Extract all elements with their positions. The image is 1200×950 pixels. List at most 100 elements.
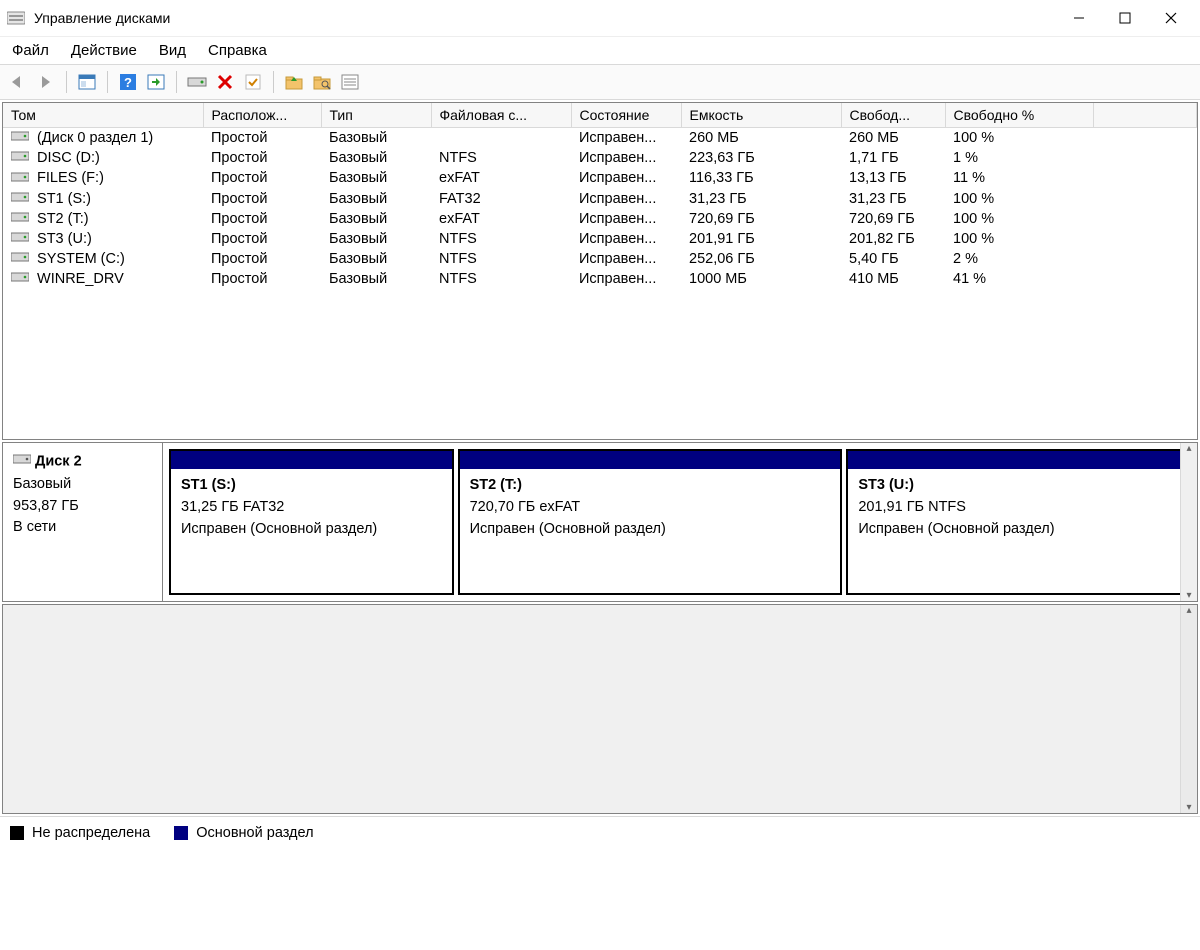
volume-header-row[interactable]: Том Располож... Тип Файловая с... Состоя… [3,103,1197,128]
cell-volume: DISC (D:) [3,148,203,168]
delete-button[interactable] [213,70,237,94]
window-controls [1056,3,1194,33]
disk-state: В сети [13,517,152,539]
col-freepct[interactable]: Свободно % [945,103,1093,128]
legend-primary: Основной раздел [196,825,313,841]
cell-volume: (Диск 0 раздел 1) [3,128,203,149]
folder-search-button[interactable] [310,70,334,94]
col-volume[interactable]: Том [3,103,203,128]
cell-volume: ST1 (S:) [3,189,203,209]
help-button[interactable]: ? [116,70,140,94]
rescan-disks-button[interactable] [185,70,209,94]
volume-list-pane: Том Располож... Тип Файловая с... Состоя… [2,102,1198,440]
cell-freepct: 100 % [945,128,1093,149]
table-row[interactable]: ST3 (U:)ПростойБазовыйNTFSИсправен...201… [3,229,1197,249]
cell-free: 201,82 ГБ [841,229,945,249]
cell-type: Базовый [321,229,431,249]
col-status[interactable]: Состояние [571,103,681,128]
volume-icon [11,171,29,187]
cell-free: 260 МБ [841,128,945,149]
cell-status: Исправен... [571,209,681,229]
cell-type: Базовый [321,269,431,289]
cell-capacity: 260 МБ [681,128,841,149]
cell-type: Базовый [321,209,431,229]
cell-freepct: 2 % [945,249,1093,269]
cell-volume: ST2 (T:) [3,209,203,229]
svg-text:?: ? [124,75,132,90]
partition-stripe [171,451,452,469]
menu-view[interactable]: Вид [159,42,186,59]
cell-fs: exFAT [431,168,571,188]
cell-layout: Простой [203,148,321,168]
cell-fs: NTFS [431,249,571,269]
menubar: Файл Действие Вид Справка [0,36,1200,64]
cell-capacity: 720,69 ГБ [681,209,841,229]
menu-help[interactable]: Справка [208,42,267,59]
cell-capacity: 116,33 ГБ [681,168,841,188]
scrollbar[interactable]: ▴▾ [1180,605,1197,813]
disk-row[interactable]: Диск 2 Базовый 953,87 ГБ В сети ST1 (S:)… [3,443,1197,601]
disk-type: Базовый [13,474,152,496]
cell-fs [431,128,571,149]
volume-list-empty-area [3,289,1197,439]
partition-size: 201,91 ГБ NTFS [858,497,1179,519]
back-button[interactable] [6,70,30,94]
partition[interactable]: ST2 (T:)720,70 ГБ exFATИсправен (Основно… [458,449,843,595]
table-row[interactable]: WINRE_DRVПростойБазовыйNTFSИсправен...10… [3,269,1197,289]
partition[interactable]: ST3 (U:)201,91 ГБ NTFSИсправен (Основной… [846,449,1191,595]
cell-type: Базовый [321,128,431,149]
maximize-button[interactable] [1102,3,1148,33]
table-row[interactable]: ST1 (S:)ПростойБазовыйFAT32Исправен...31… [3,189,1197,209]
cell-fs: NTFS [431,269,571,289]
cell-freepct: 100 % [945,229,1093,249]
properties-button[interactable] [241,70,265,94]
table-row[interactable]: ST2 (T:)ПростойБазовыйexFATИсправен...72… [3,209,1197,229]
folder-up-button[interactable] [282,70,306,94]
refresh-button[interactable] [144,70,168,94]
col-free[interactable]: Свобод... [841,103,945,128]
menu-file[interactable]: Файл [12,42,49,59]
partition-size: 720,70 ГБ exFAT [470,497,831,519]
table-row[interactable]: SYSTEM (C:)ПростойБазовыйNTFSИсправен...… [3,249,1197,269]
partition-status: Исправен (Основной раздел) [858,519,1179,541]
table-row[interactable]: DISC (D:)ПростойБазовыйNTFSИсправен...22… [3,148,1197,168]
col-fs[interactable]: Файловая с... [431,103,571,128]
cell-capacity: 252,06 ГБ [681,249,841,269]
cell-status: Исправен... [571,229,681,249]
partition-status: Исправен (Основной раздел) [181,519,442,541]
cell-status: Исправен... [571,148,681,168]
col-blank[interactable] [1093,103,1197,128]
close-button[interactable] [1148,3,1194,33]
minimize-button[interactable] [1056,3,1102,33]
cell-status: Исправен... [571,189,681,209]
show-hide-console-tree-button[interactable] [75,70,99,94]
cell-status: Исправен... [571,128,681,149]
disk-icon [13,451,31,473]
list-view-button[interactable] [338,70,362,94]
table-row[interactable]: FILES (F:)ПростойБазовыйexFATИсправен...… [3,168,1197,188]
scrollbar[interactable]: ▴▾ [1180,443,1197,601]
partition-status: Исправен (Основной раздел) [470,519,831,541]
cell-type: Базовый [321,168,431,188]
toolbar: ? [0,64,1200,100]
table-row[interactable]: (Диск 0 раздел 1)ПростойБазовыйИсправен.… [3,128,1197,149]
volume-icon [11,130,29,146]
menu-action[interactable]: Действие [71,42,137,59]
volume-icon [11,211,29,227]
cell-volume: SYSTEM (C:) [3,249,203,269]
disk-header[interactable]: Диск 2 Базовый 953,87 ГБ В сети [3,443,163,601]
col-layout[interactable]: Располож... [203,103,321,128]
col-capacity[interactable]: Емкость [681,103,841,128]
cell-capacity: 31,23 ГБ [681,189,841,209]
cell-freepct: 1 % [945,148,1093,168]
forward-button[interactable] [34,70,58,94]
cell-free: 31,23 ГБ [841,189,945,209]
partition-title: ST3 (U:) [858,475,1179,497]
col-type[interactable]: Тип [321,103,431,128]
disk-graphical-pane: Диск 2 Базовый 953,87 ГБ В сети ST1 (S:)… [2,442,1198,602]
volume-table[interactable]: Том Располож... Тип Файловая с... Состоя… [3,103,1197,289]
cell-volume: FILES (F:) [3,168,203,188]
lower-pane: ▴▾ [2,604,1198,814]
partition[interactable]: ST1 (S:)31,25 ГБ FAT32Исправен (Основной… [169,449,454,595]
partition-stripe [460,451,841,469]
